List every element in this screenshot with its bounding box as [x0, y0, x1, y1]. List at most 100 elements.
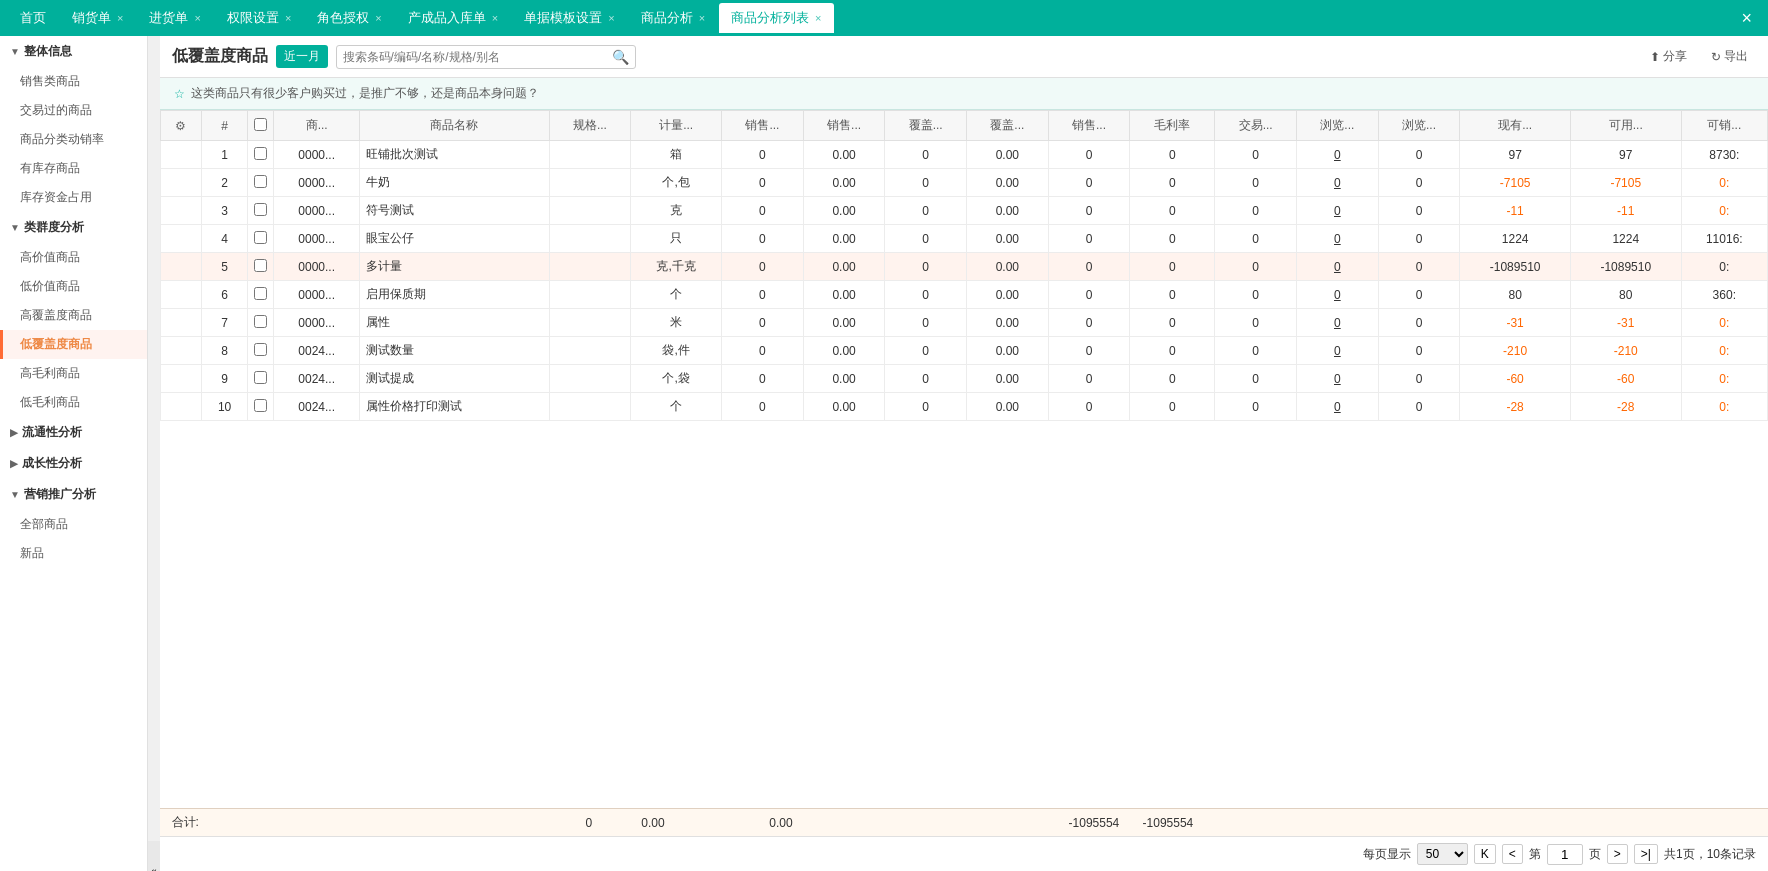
td-cover2: 0.00	[967, 337, 1049, 365]
sidebar-section-cluster[interactable]: ▼ 类群度分析	[0, 212, 147, 243]
nav-tab-template[interactable]: 单据模板设置 ×	[512, 3, 626, 33]
td-checkbox[interactable]	[248, 253, 274, 281]
sidebar-item-high-value[interactable]: 高价值商品	[0, 243, 147, 272]
td-sales-qty: 0	[722, 225, 804, 253]
footer-sales-amt: 0.00	[623, 816, 683, 830]
close-icon[interactable]: ×	[194, 12, 200, 24]
row-checkbox[interactable]	[254, 231, 267, 244]
td-gross-rate: 0	[1130, 337, 1215, 365]
td-code: 0000...	[274, 225, 360, 253]
sidebar-item-all-goods[interactable]: 全部商品	[0, 510, 147, 539]
row-checkbox[interactable]	[254, 343, 267, 356]
footer-current: -1095554	[1059, 816, 1129, 830]
th-settings[interactable]: ⚙	[160, 111, 202, 141]
row-checkbox[interactable]	[254, 371, 267, 384]
table-row: 5 0000... 多计量 克,千克 0 0.00 0 0.00 0 0 0 0…	[160, 253, 1767, 281]
nav-tab-permissions[interactable]: 权限设置 ×	[215, 3, 303, 33]
current-page-input[interactable]	[1547, 844, 1583, 865]
sidebar-item-low-coverage[interactable]: 低覆盖度商品	[0, 330, 147, 359]
td-sales-qty: 0	[722, 169, 804, 197]
td-code: 0000...	[274, 141, 360, 169]
row-checkbox[interactable]	[254, 175, 267, 188]
row-checkbox[interactable]	[254, 259, 267, 272]
close-icon[interactable]: ×	[608, 12, 614, 24]
content-header: 低覆盖度商品 近一月 🔍 ⬆ 分享 ↻ 导出	[160, 36, 1768, 78]
nav-tab-home[interactable]: 首页	[8, 3, 58, 33]
row-checkbox[interactable]	[254, 399, 267, 412]
export-button[interactable]: ↻ 导出	[1703, 44, 1756, 69]
search-input[interactable]	[343, 50, 612, 64]
sidebar-section-flow[interactable]: ▶ 流通性分析	[0, 417, 147, 448]
prev-page-button[interactable]: <	[1502, 844, 1523, 864]
td-sellable: 0:	[1681, 197, 1767, 225]
sidebar-item-new-goods[interactable]: 新品	[0, 539, 147, 568]
td-browse2: 0	[1378, 393, 1460, 421]
per-page-select[interactable]: 50 100 200	[1417, 843, 1468, 865]
nav-tab-product-analysis-list[interactable]: 商品分析列表 ×	[719, 3, 833, 33]
sidebar-collapse-button[interactable]: «	[148, 841, 160, 871]
window-close-button[interactable]: ×	[1733, 4, 1760, 33]
td-sellable: 11016:	[1681, 225, 1767, 253]
td-checkbox[interactable]	[248, 365, 274, 393]
period-button[interactable]: 近一月	[276, 45, 328, 68]
td-checkbox[interactable]	[248, 197, 274, 225]
td-checkbox[interactable]	[248, 337, 274, 365]
td-name: 属性价格打印测试	[360, 393, 549, 421]
last-page-button[interactable]: >|	[1634, 844, 1658, 864]
sidebar-section-marketing[interactable]: ▼ 营销推广分析	[0, 479, 147, 510]
td-trade: 0	[1215, 197, 1297, 225]
td-index: 5	[202, 253, 248, 281]
first-page-button[interactable]: K	[1474, 844, 1496, 864]
search-icon: 🔍	[612, 49, 629, 65]
sidebar-item-stock-goods[interactable]: 有库存商品	[0, 154, 147, 183]
sidebar-item-high-margin[interactable]: 高毛利商品	[0, 359, 147, 388]
chevron-down-icon: ▼	[10, 489, 20, 500]
nav-tab-product-analysis[interactable]: 商品分析 ×	[629, 3, 717, 33]
td-checkbox[interactable]	[248, 169, 274, 197]
td-checkbox[interactable]	[248, 309, 274, 337]
sidebar-item-low-value[interactable]: 低价值商品	[0, 272, 147, 301]
sidebar-item-high-coverage[interactable]: 高覆盖度商品	[0, 301, 147, 330]
sidebar-item-traded-goods[interactable]: 交易过的商品	[0, 96, 147, 125]
row-checkbox[interactable]	[254, 287, 267, 300]
close-icon[interactable]: ×	[492, 12, 498, 24]
td-sales2: 0	[1048, 309, 1130, 337]
nav-tab-purchase[interactable]: 进货单 ×	[137, 3, 212, 33]
row-checkbox[interactable]	[254, 315, 267, 328]
th-available: 可用...	[1570, 111, 1681, 141]
nav-tab-warehouse[interactable]: 产成品入库单 ×	[396, 3, 510, 33]
sidebar-section-growth[interactable]: ▶ 成长性分析	[0, 448, 147, 479]
share-button[interactable]: ⬆ 分享	[1642, 44, 1695, 69]
export-icon: ↻	[1711, 50, 1721, 64]
td-browse1: 0	[1297, 393, 1379, 421]
td-settings	[160, 337, 202, 365]
td-checkbox[interactable]	[248, 281, 274, 309]
select-all-checkbox[interactable]	[254, 118, 267, 131]
th-cover1: 覆盖...	[885, 111, 967, 141]
close-icon[interactable]: ×	[285, 12, 291, 24]
next-page-button[interactable]: >	[1607, 844, 1628, 864]
close-icon[interactable]: ×	[815, 12, 821, 24]
td-checkbox[interactable]	[248, 225, 274, 253]
nav-tab-sales[interactable]: 销货单 ×	[60, 3, 135, 33]
sidebar-item-category-rate[interactable]: 商品分类动销率	[0, 125, 147, 154]
sidebar-item-sales-goods[interactable]: 销售类商品	[0, 67, 147, 96]
close-icon[interactable]: ×	[375, 12, 381, 24]
sidebar-item-capital-usage[interactable]: 库存资金占用	[0, 183, 147, 212]
th-trade: 交易...	[1215, 111, 1297, 141]
td-cover2: 0.00	[967, 365, 1049, 393]
sidebar-section-overview[interactable]: ▼ 整体信息	[0, 36, 147, 67]
td-checkbox[interactable]	[248, 393, 274, 421]
nav-tab-roles[interactable]: 角色授权 ×	[305, 3, 393, 33]
close-icon[interactable]: ×	[699, 12, 705, 24]
sidebar-item-low-margin[interactable]: 低毛利商品	[0, 388, 147, 417]
search-box: 🔍	[336, 45, 636, 69]
td-trade: 0	[1215, 141, 1297, 169]
row-checkbox[interactable]	[254, 203, 267, 216]
row-checkbox[interactable]	[254, 147, 267, 160]
td-current: -60	[1460, 365, 1571, 393]
close-icon[interactable]: ×	[117, 12, 123, 24]
td-cover2: 0.00	[967, 253, 1049, 281]
td-checkbox[interactable]	[248, 141, 274, 169]
td-settings	[160, 169, 202, 197]
